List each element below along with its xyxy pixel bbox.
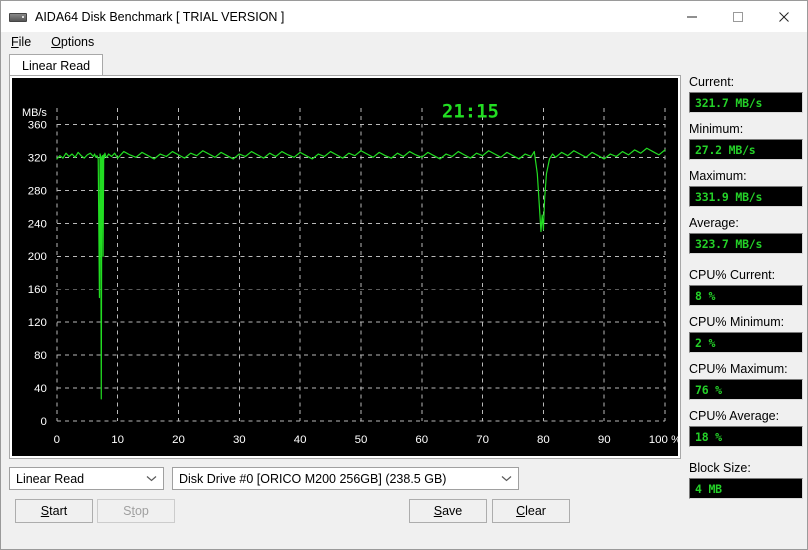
stat-cpu-current-value: 8 % <box>695 288 716 303</box>
title-bar: AIDA64 Disk Benchmark [ TRIAL VERSION ] <box>1 1 807 32</box>
stat-maximum-value-box: 331.9 MB/s <box>689 186 803 207</box>
y-tick-label: 40 <box>34 383 47 395</box>
stat-average-value-box: 323.7 MB/s <box>689 233 803 254</box>
stat-current-value: 321.7 MB/s <box>695 95 763 110</box>
x-tick-label: 80 <box>537 434 550 446</box>
stat-cpu-maximum: CPU% Maximum: 76 % <box>689 362 803 400</box>
stat-cpu-current-value-box: 8 % <box>689 285 803 306</box>
x-tick-label: 0 <box>54 434 60 446</box>
stat-block-size-label: Block Size: <box>689 461 751 475</box>
window-title: AIDA64 Disk Benchmark [ TRIAL VERSION ] <box>35 9 285 24</box>
stat-maximum: Maximum: 331.9 MB/s <box>689 169 803 207</box>
y-tick-label: 280 <box>28 185 47 197</box>
stat-average-value: 323.7 MB/s <box>695 236 763 251</box>
y-tick-label: 160 <box>28 284 47 296</box>
x-tick-label: 10 <box>111 434 124 446</box>
x-tick-label: 50 <box>355 434 368 446</box>
stat-block-size: Block Size: 4 MB <box>689 461 803 499</box>
stat-cpu-current-label: CPU% Current: <box>689 268 776 282</box>
stat-maximum-value: 331.9 MB/s <box>695 189 763 204</box>
x-tick-label: 90 <box>598 434 611 446</box>
elapsed-timer: 21:15 <box>442 101 499 123</box>
y-tick-label: 360 <box>28 119 47 131</box>
x-tick-label: 20 <box>172 434 185 446</box>
save-button[interactable]: Save <box>409 499 487 523</box>
stat-minimum: Minimum: 27.2 MB/s <box>689 122 803 160</box>
tab-linear-read[interactable]: Linear Read <box>9 54 104 76</box>
y-tick-label: 240 <box>28 218 47 230</box>
stat-cpu-average-value: 18 % <box>695 429 722 444</box>
drive-select-value: Disk Drive #0 [ORICO M200 256GB] (238.5 … <box>179 471 447 486</box>
drive-select[interactable]: Disk Drive #0 [ORICO M200 256GB] (238.5 … <box>172 467 519 490</box>
stat-cpu-average-label: CPU% Average: <box>689 409 780 423</box>
menu-item-options[interactable]: OOptionsptions <box>49 34 96 50</box>
read-speed-trace <box>56 147 666 400</box>
stat-cpu-minimum-value-box: 2 % <box>689 332 803 353</box>
y-tick-label: 80 <box>34 350 47 362</box>
chevron-down-icon <box>146 468 157 489</box>
minimize-icon <box>687 16 697 17</box>
stat-average-label: Average: <box>689 216 739 230</box>
y-tick-label: 200 <box>28 251 47 263</box>
x-tick-label: 40 <box>294 434 307 446</box>
stop-button[interactable]: St op <box>97 499 175 523</box>
linear-read-chart: MB/s 0 40 80 120 160 200 240 280 320 360 0 10 20 30 40 5… <box>22 101 678 446</box>
stat-cpu-minimum: CPU% Minimum: 2 % <box>689 315 803 353</box>
stat-minimum-value-box: 27.2 MB/s <box>689 139 803 160</box>
window-controls <box>669 1 807 32</box>
tab-label: Linear Read <box>22 58 91 73</box>
y-axis-unit-label: MB/s <box>22 107 47 119</box>
x-tick-label: 30 <box>233 434 246 446</box>
stat-cpu-average: CPU% Average: 18 % <box>689 409 803 447</box>
stat-minimum-value: 27.2 MB/s <box>695 142 756 157</box>
close-icon <box>779 11 789 22</box>
stat-minimum-label: Minimum: <box>689 122 744 136</box>
graph-plot-area: MB/s 0 40 80 120 160 200 240 280 320 360 0 10 20 30 40 5… <box>12 78 678 456</box>
stat-average: Average: 323.7 MB/s <box>689 216 803 254</box>
stat-block-size-value-box: 4 MB <box>689 478 803 499</box>
close-button[interactable] <box>761 1 807 32</box>
benchmark-mode-value: Linear Read <box>16 471 85 486</box>
chevron-down-icon <box>501 468 512 489</box>
benchmark-mode-select[interactable]: Linear Read <box>9 467 164 490</box>
y-tick-label: 320 <box>28 152 47 164</box>
stat-cpu-minimum-value: 2 % <box>695 335 716 350</box>
y-tick-label: 0 <box>41 416 47 428</box>
y-tick-label: 120 <box>28 317 47 329</box>
stat-cpu-maximum-label: CPU% Maximum: <box>689 362 788 376</box>
menu-item-file[interactable]: FFileile <box>9 34 33 50</box>
disk-drive-icon <box>9 10 27 24</box>
stat-cpu-maximum-value: 76 % <box>695 382 722 397</box>
stat-current-value-box: 321.7 MB/s <box>689 92 803 113</box>
benchmark-graph-panel: MB/s 0 40 80 120 160 200 240 280 320 360 0 10 20 30 40 5… <box>9 75 681 459</box>
x-tick-label: 100 % <box>649 434 678 446</box>
x-tick-label: 70 <box>476 434 489 446</box>
minimize-button[interactable] <box>669 1 715 32</box>
aida64-disk-benchmark-window: AIDA64 Disk Benchmark [ TRIAL VERSION ] <box>0 0 808 550</box>
x-tick-label: 60 <box>415 434 428 446</box>
stat-cpu-maximum-value-box: 76 % <box>689 379 803 400</box>
start-button[interactable]: Start <box>15 499 93 523</box>
stat-maximum-label: Maximum: <box>689 169 747 183</box>
stat-current: Current: 321.7 MB/s <box>689 75 803 113</box>
tab-strip: Linear Read <box>9 52 799 76</box>
stat-current-label: Current: <box>689 75 735 89</box>
stat-cpu-current: CPU% Current: 8 % <box>689 268 803 306</box>
clear-button[interactable]: Clear <box>492 499 570 523</box>
stat-cpu-average-value-box: 18 % <box>689 426 803 447</box>
menu-bar: FFileile OOptionsptions <box>1 32 807 52</box>
control-bar: Linear Read Disk Drive #0 [ORICO M200 25… <box>9 467 681 537</box>
stat-block-size-value: 4 MB <box>695 481 722 496</box>
stat-cpu-minimum-label: CPU% Minimum: <box>689 315 785 329</box>
maximize-button[interactable] <box>715 1 761 32</box>
maximize-icon <box>733 11 743 22</box>
stats-sidebar: Current: 321.7 MB/s Minimum: 27.2 MB/s Maxim… <box>689 75 803 515</box>
